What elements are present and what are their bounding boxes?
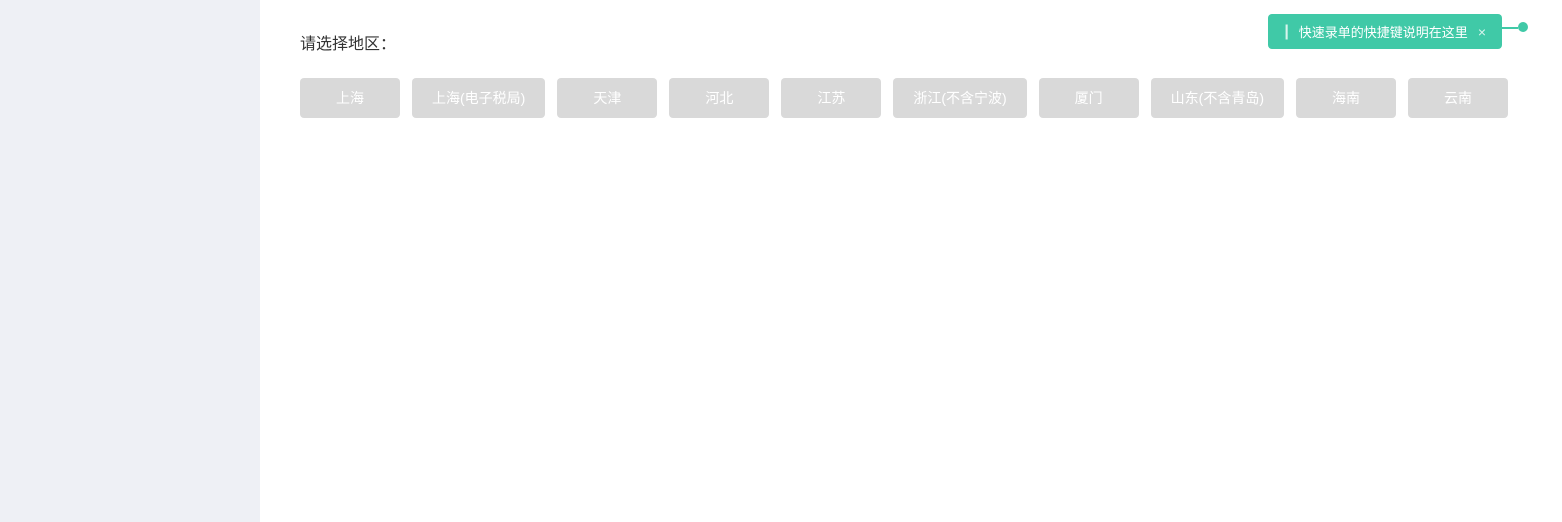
- sidebar: [0, 0, 260, 522]
- main-content: 请选择地区： 上海上海(电子税局)天津河北江苏浙江(不含宁波)厦门山东(不含青岛…: [260, 0, 1562, 522]
- region-button-hebei[interactable]: 河北: [669, 78, 769, 118]
- tooltip-line: [1498, 27, 1518, 29]
- region-button-shanghai[interactable]: 上海: [300, 78, 400, 118]
- region-button-xiamen[interactable]: 厦门: [1039, 78, 1139, 118]
- region-button-jiangsu[interactable]: 江苏: [781, 78, 881, 118]
- tooltip-dot: [1518, 22, 1528, 32]
- region-button-shandong[interactable]: 山东(不含青岛): [1151, 78, 1284, 118]
- region-button-yunnan[interactable]: 云南: [1408, 78, 1508, 118]
- region-button-tianjin[interactable]: 天津: [557, 78, 657, 118]
- region-buttons: 上海上海(电子税局) 天津河北江苏浙江(不含宁波) 厦门山东(不含青岛) 海南云南: [300, 78, 1522, 118]
- region-button-shanghai-etax[interactable]: 上海(电子税局): [412, 78, 545, 118]
- region-button-hainan[interactable]: 海南: [1296, 78, 1396, 118]
- region-button-zhejiang[interactable]: 浙江(不含宁波): [893, 78, 1026, 118]
- tooltip-banner: 快速录单的快捷键说明在这里 ×: [1268, 14, 1502, 49]
- tooltip-text: 快速录单的快捷键说明在这里: [1299, 22, 1468, 41]
- tooltip-close-button[interactable]: ×: [1478, 24, 1486, 40]
